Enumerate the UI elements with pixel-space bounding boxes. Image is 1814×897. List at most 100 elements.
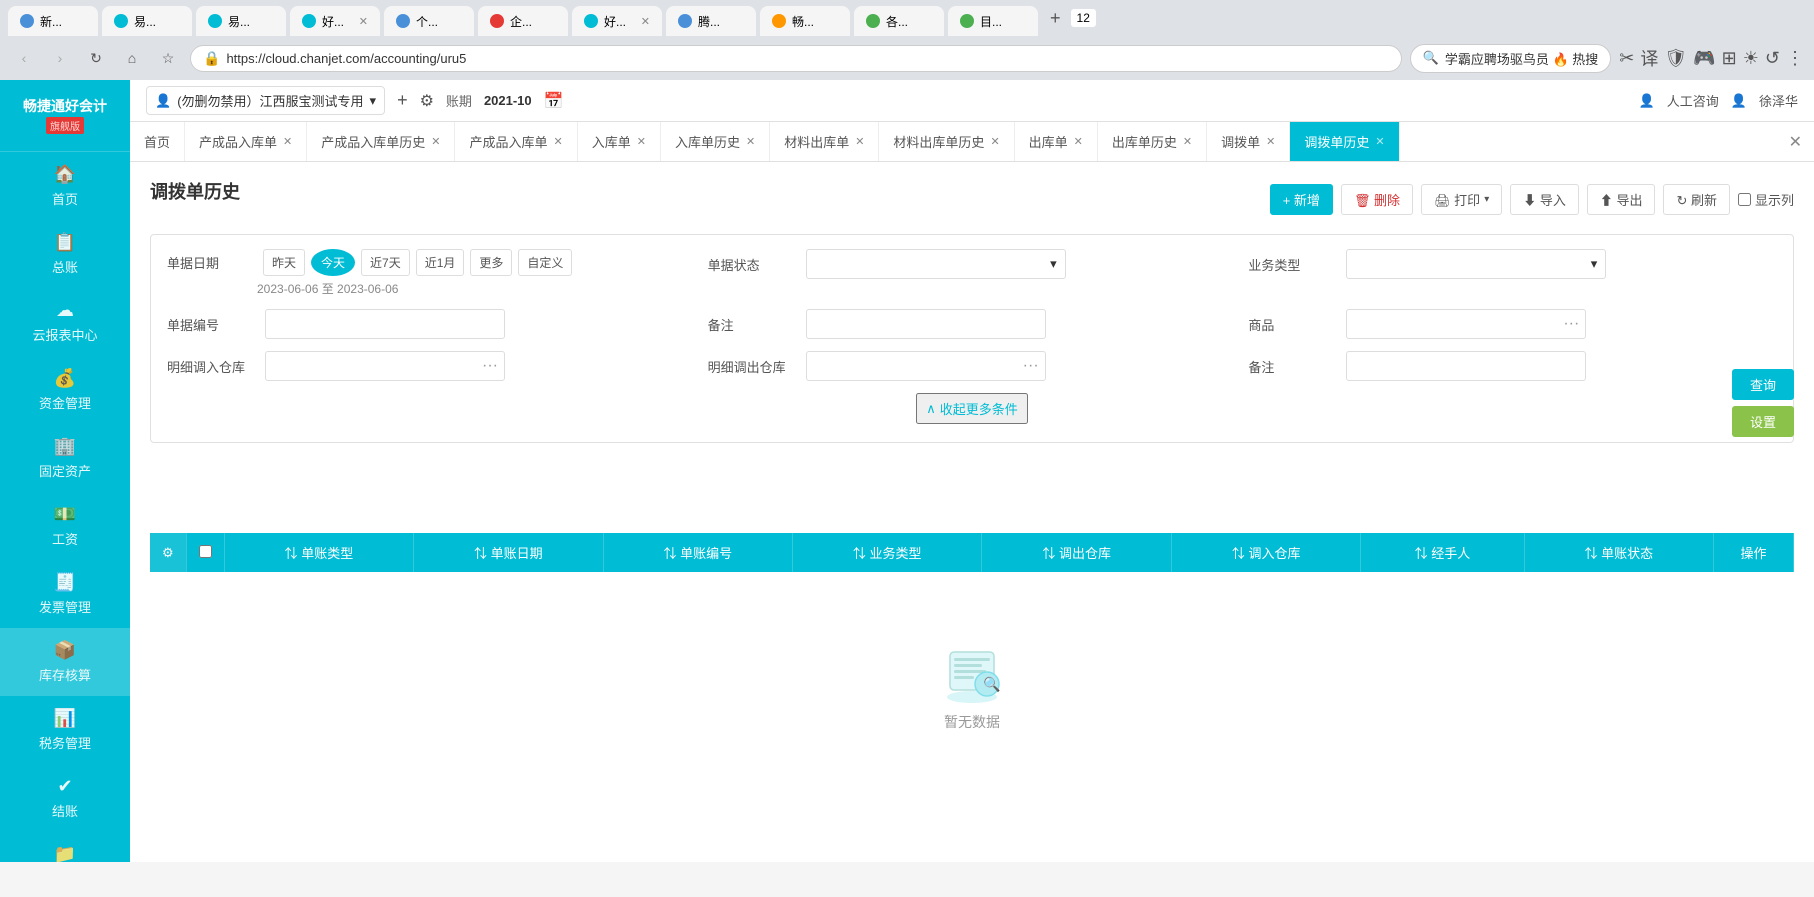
sidebar-item-report[interactable]: ☁ 云报表中心	[0, 288, 130, 356]
tab-close-material-out-history[interactable]: ✕	[990, 135, 999, 148]
in-warehouse-input[interactable]	[266, 352, 476, 380]
browser-tab-4[interactable]: 好... ✕	[290, 6, 380, 36]
refresh-btn[interactable]: ↻ 刷新	[1663, 184, 1730, 215]
browser-tab-6[interactable]: 企...	[478, 6, 568, 36]
tab-close-in[interactable]: ✕	[637, 135, 646, 148]
grid-icon[interactable]: ⊞	[1722, 48, 1737, 69]
th-business[interactable]: ⇅ 业务类型	[793, 533, 982, 572]
calendar-icon[interactable]: 📅	[544, 91, 564, 111]
sidebar-item-inventory[interactable]: 📦 库存核算	[0, 628, 130, 696]
page-tab-in[interactable]: 入库单 ✕	[578, 122, 661, 162]
th-status[interactable]: ⇅ 单账状态	[1524, 533, 1713, 572]
close-all-btn[interactable]: ✕	[1777, 132, 1814, 152]
query-btn[interactable]: 查询	[1732, 369, 1794, 400]
browser-tab-3[interactable]: 易...	[196, 6, 286, 36]
tab-close-stock-in[interactable]: ✕	[283, 135, 292, 148]
user-name[interactable]: 徐泽华	[1759, 91, 1798, 110]
th-handler[interactable]: ⇅ 经手人	[1361, 533, 1524, 572]
browser-tab-2[interactable]: 易...	[102, 6, 192, 36]
page-tab-home[interactable]: 首页	[130, 122, 185, 162]
extra-remark-input[interactable]	[1346, 351, 1586, 381]
sidebar-item-wage[interactable]: 💵 工资	[0, 492, 130, 560]
sidebar-item-ledger[interactable]: 📋 总账	[0, 220, 130, 288]
sidebar-item-finance[interactable]: 💰 资金管理	[0, 356, 130, 424]
undo-icon[interactable]: ↺	[1765, 48, 1780, 69]
page-tab-finished-in[interactable]: 产成品入库单 ✕	[455, 122, 577, 162]
browser-tab-8[interactable]: 腾...	[666, 6, 756, 36]
tab-close-transfer-history[interactable]: ✕	[1375, 135, 1384, 148]
sidebar-item-assets[interactable]: 🏢 固定资产	[0, 424, 130, 492]
tab-close-stock-in-history[interactable]: ✕	[431, 135, 440, 148]
th-number[interactable]: ⇅ 单账编号	[603, 533, 792, 572]
add-company-btn[interactable]: +	[397, 90, 408, 111]
gear-btn[interactable]: ⚙	[420, 91, 434, 111]
browser-search[interactable]: 🔍 学霸应聘场驱鸟员 🔥 热搜	[1410, 44, 1612, 73]
import-btn[interactable]: ⬇ 导入	[1510, 184, 1579, 215]
home-btn[interactable]: ⌂	[118, 44, 146, 72]
reload-btn[interactable]: ↻	[82, 44, 110, 72]
business-select[interactable]: ▾	[1346, 249, 1606, 279]
month-btn[interactable]: 近1月	[416, 249, 465, 276]
new-tab-btn[interactable]: +	[1042, 4, 1069, 33]
remark-input[interactable]	[806, 309, 1046, 339]
tab-close-4[interactable]: ✕	[359, 15, 368, 28]
translate-icon[interactable]: 译	[1640, 45, 1658, 71]
page-tab-out[interactable]: 出库单 ✕	[1015, 122, 1098, 162]
th-in-warehouse[interactable]: ⇅ 调入仓库	[1171, 533, 1360, 572]
browser-tab-9[interactable]: 畅...	[760, 6, 850, 36]
service-btn[interactable]: 人工咨询	[1667, 91, 1719, 110]
page-tab-out-history[interactable]: 出库单历史 ✕	[1098, 122, 1207, 162]
company-selector[interactable]: 👤 (勿删勿禁用）江西服宝测试专用 ▾	[146, 86, 385, 115]
th-out-warehouse[interactable]: ⇅ 调出仓库	[982, 533, 1171, 572]
browser-tab-1[interactable]: 新...	[8, 6, 98, 36]
page-tab-stock-in-history[interactable]: 产成品入库单历史 ✕	[307, 122, 455, 162]
select-all-checkbox[interactable]	[199, 545, 212, 558]
page-tab-material-out-history[interactable]: 材料出库单历史 ✕	[879, 122, 1014, 162]
week-btn[interactable]: 近7天	[361, 249, 410, 276]
sidebar-item-home[interactable]: 🏠 首页	[0, 152, 130, 220]
page-tab-in-history[interactable]: 入库单历史 ✕	[661, 122, 770, 162]
page-tab-stock-in[interactable]: 产成品入库单 ✕	[185, 122, 307, 162]
tab-close-finished-in[interactable]: ✕	[554, 135, 563, 148]
tab-close-out[interactable]: ✕	[1074, 135, 1083, 148]
brightness-icon[interactable]: ☀	[1743, 48, 1759, 69]
delete-btn[interactable]: 🗑 删除	[1341, 184, 1413, 215]
browser-tab-11[interactable]: 目...	[948, 6, 1038, 36]
table-gear-icon[interactable]: ⚙	[162, 545, 174, 560]
goods-input[interactable]	[1347, 310, 1557, 338]
out-warehouse-input[interactable]	[807, 352, 1017, 380]
th-gear[interactable]: ⚙	[150, 533, 186, 572]
menu-icon[interactable]: ⋮	[1786, 48, 1804, 69]
bookmark-btn[interactable]: ☆	[154, 44, 182, 72]
back-btn[interactable]: ‹	[10, 44, 38, 72]
gamepad-icon[interactable]: 🎮	[1693, 48, 1715, 69]
page-tab-transfer-history[interactable]: 调拨单历史 ✕	[1290, 122, 1399, 162]
forward-btn[interactable]: ›	[46, 44, 74, 72]
th-check[interactable]	[186, 533, 224, 572]
custom-btn[interactable]: 自定义	[518, 249, 572, 276]
browser-tab-7[interactable]: 好... ✕	[572, 6, 662, 36]
shield-icon[interactable]: 🛡	[1664, 48, 1687, 69]
browser-tab-5[interactable]: 个...	[384, 6, 474, 36]
today-btn[interactable]: 今天	[311, 249, 355, 276]
page-tab-transfer[interactable]: 调拨单 ✕	[1207, 122, 1290, 162]
page-tab-material-out[interactable]: 材料出库单 ✕	[770, 122, 879, 162]
tab-close-in-history[interactable]: ✕	[746, 135, 755, 148]
tab-close-transfer[interactable]: ✕	[1266, 135, 1275, 148]
tab-close-material-out[interactable]: ✕	[855, 135, 864, 148]
new-btn[interactable]: + 新增	[1270, 184, 1333, 215]
display-columns-check[interactable]: 显示列	[1738, 190, 1794, 209]
address-input[interactable]: 🔒 https://cloud.chanjet.com/accounting/u…	[190, 45, 1402, 72]
th-type[interactable]: ⇅ 单账类型	[224, 533, 413, 572]
docnum-input[interactable]	[265, 309, 505, 339]
display-columns-checkbox[interactable]	[1738, 193, 1751, 206]
print-dropdown-arrow[interactable]: ▾	[1484, 194, 1489, 205]
browser-tab-10[interactable]: 各...	[854, 6, 944, 36]
in-warehouse-ellipsis[interactable]: ···	[476, 357, 504, 375]
yesterday-btn[interactable]: 昨天	[263, 249, 305, 276]
extensions-icon[interactable]: ✂	[1619, 48, 1634, 69]
tab-close-out-history[interactable]: ✕	[1183, 135, 1192, 148]
sidebar-item-invoice[interactable]: 🧾 发票管理	[0, 560, 130, 628]
sidebar-item-archive[interactable]: 📁 归档管理	[0, 832, 130, 862]
th-date[interactable]: ⇅ 单账日期	[414, 533, 603, 572]
